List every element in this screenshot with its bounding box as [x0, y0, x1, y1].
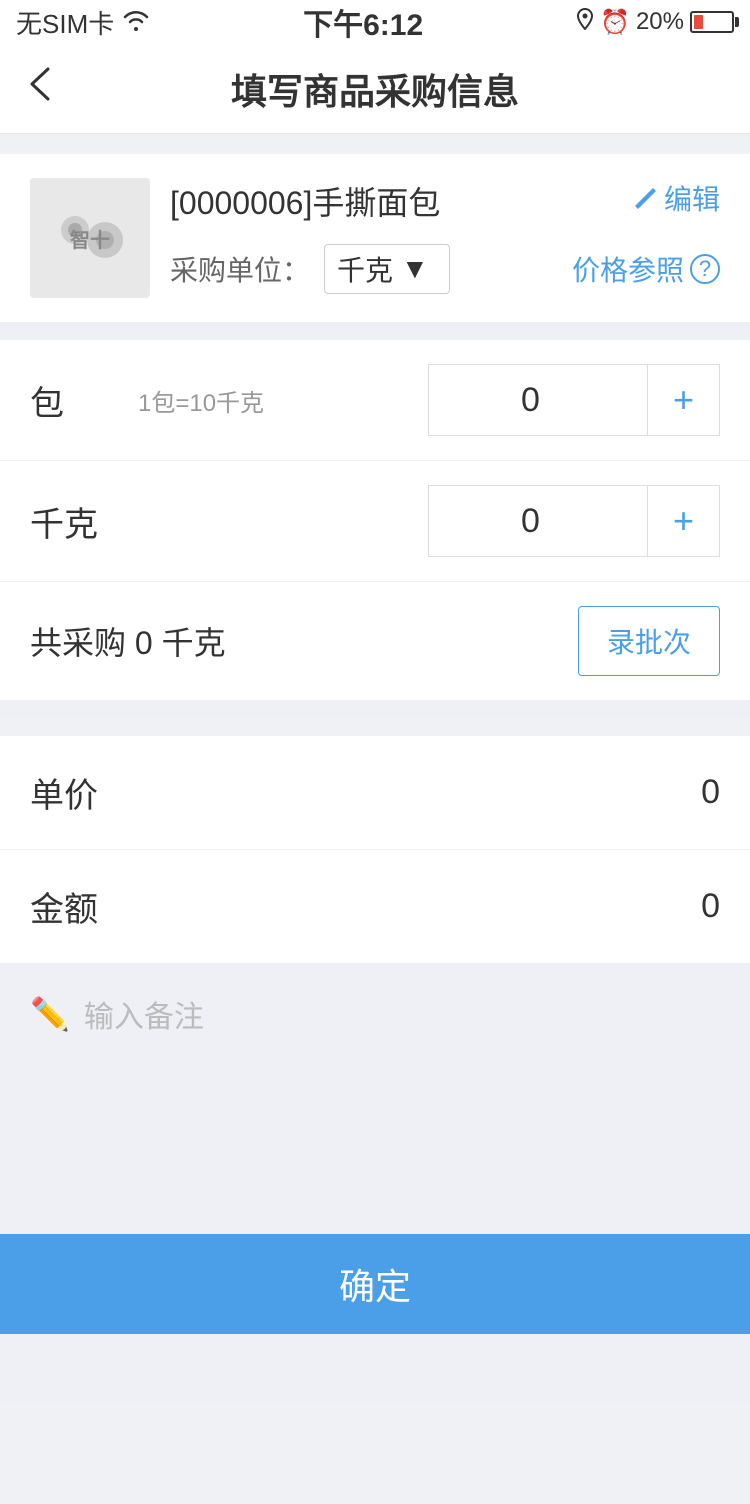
- status-time: 下午6:12: [303, 0, 423, 44]
- pack-sublabel: 1包=10千克: [138, 383, 264, 418]
- remark-placeholder: 输入备注: [84, 992, 204, 1036]
- record-batch-button[interactable]: 录批次: [578, 606, 720, 676]
- pack-row: 包 1包=10千克 +: [0, 340, 750, 461]
- product-name: [0000006]手撕面包: [170, 178, 632, 224]
- status-right: ⏰ 20%: [576, 8, 734, 37]
- confirm-bar[interactable]: 确定: [0, 1234, 750, 1334]
- price-ref-button[interactable]: 价格参照 ?: [572, 249, 720, 289]
- section-divider-2: [0, 700, 750, 718]
- section-divider-1: [0, 322, 750, 340]
- location-icon: [576, 8, 594, 37]
- kg-plus-button[interactable]: +: [648, 485, 720, 557]
- unit-price-value: 0: [701, 773, 720, 812]
- unit-price-row: 单价 0: [0, 736, 750, 850]
- info-icon: ?: [690, 254, 720, 284]
- kg-input[interactable]: [428, 485, 648, 557]
- pack-plus-button[interactable]: +: [648, 364, 720, 436]
- kg-row: 千克 +: [0, 461, 750, 582]
- total-label: 共采购 0 千克: [30, 618, 226, 664]
- price-section: 单价 0 金额 0: [0, 736, 750, 964]
- pack-control: +: [428, 364, 720, 436]
- status-bar: 无SIM卡 下午6:12 ⏰ 20%: [0, 0, 750, 44]
- confirm-text: 确定: [339, 1258, 411, 1310]
- nav-bar: 填写商品采购信息: [0, 44, 750, 134]
- unit-select[interactable]: 千克 ▼: [324, 244, 450, 294]
- remark-section[interactable]: ✏️ 输入备注: [0, 964, 750, 1064]
- back-button[interactable]: [28, 65, 52, 113]
- amount-row: 金额 0: [0, 850, 750, 964]
- wifi-icon: [122, 7, 150, 38]
- quantity-section: 包 1包=10千克 + 千克 +: [0, 340, 750, 582]
- amount-label: 金额: [30, 882, 98, 931]
- page-title: 填写商品采购信息: [231, 63, 519, 115]
- pencil-icon: ✏️: [30, 995, 70, 1033]
- kg-label: 千克: [30, 497, 130, 546]
- alarm-icon: ⏰: [600, 8, 630, 37]
- total-row: 共采购 0 千克 录批次: [0, 582, 750, 700]
- product-info: [0000006]手撕面包 编辑 采购单位： 千克 ▼ 价格参照 ?: [170, 178, 720, 294]
- pack-label: 包: [30, 376, 130, 425]
- carrier-text: 无SIM卡: [16, 4, 114, 41]
- status-left: 无SIM卡: [16, 4, 150, 41]
- dropdown-icon: ▼: [401, 253, 429, 285]
- amount-value: 0: [701, 887, 720, 926]
- unit-label: 采购单位：: [170, 249, 310, 289]
- product-card: 智十 [0000006]手撕面包 编辑 采购单位： 千克 ▼ 价格参照: [0, 154, 750, 322]
- battery-percent: 20%: [636, 8, 684, 36]
- product-image: 智十: [30, 178, 150, 298]
- battery-icon: [690, 11, 734, 33]
- unit-price-label: 单价: [30, 768, 98, 817]
- kg-control: +: [428, 485, 720, 557]
- pack-input[interactable]: [428, 364, 648, 436]
- edit-button[interactable]: 编辑: [632, 178, 720, 218]
